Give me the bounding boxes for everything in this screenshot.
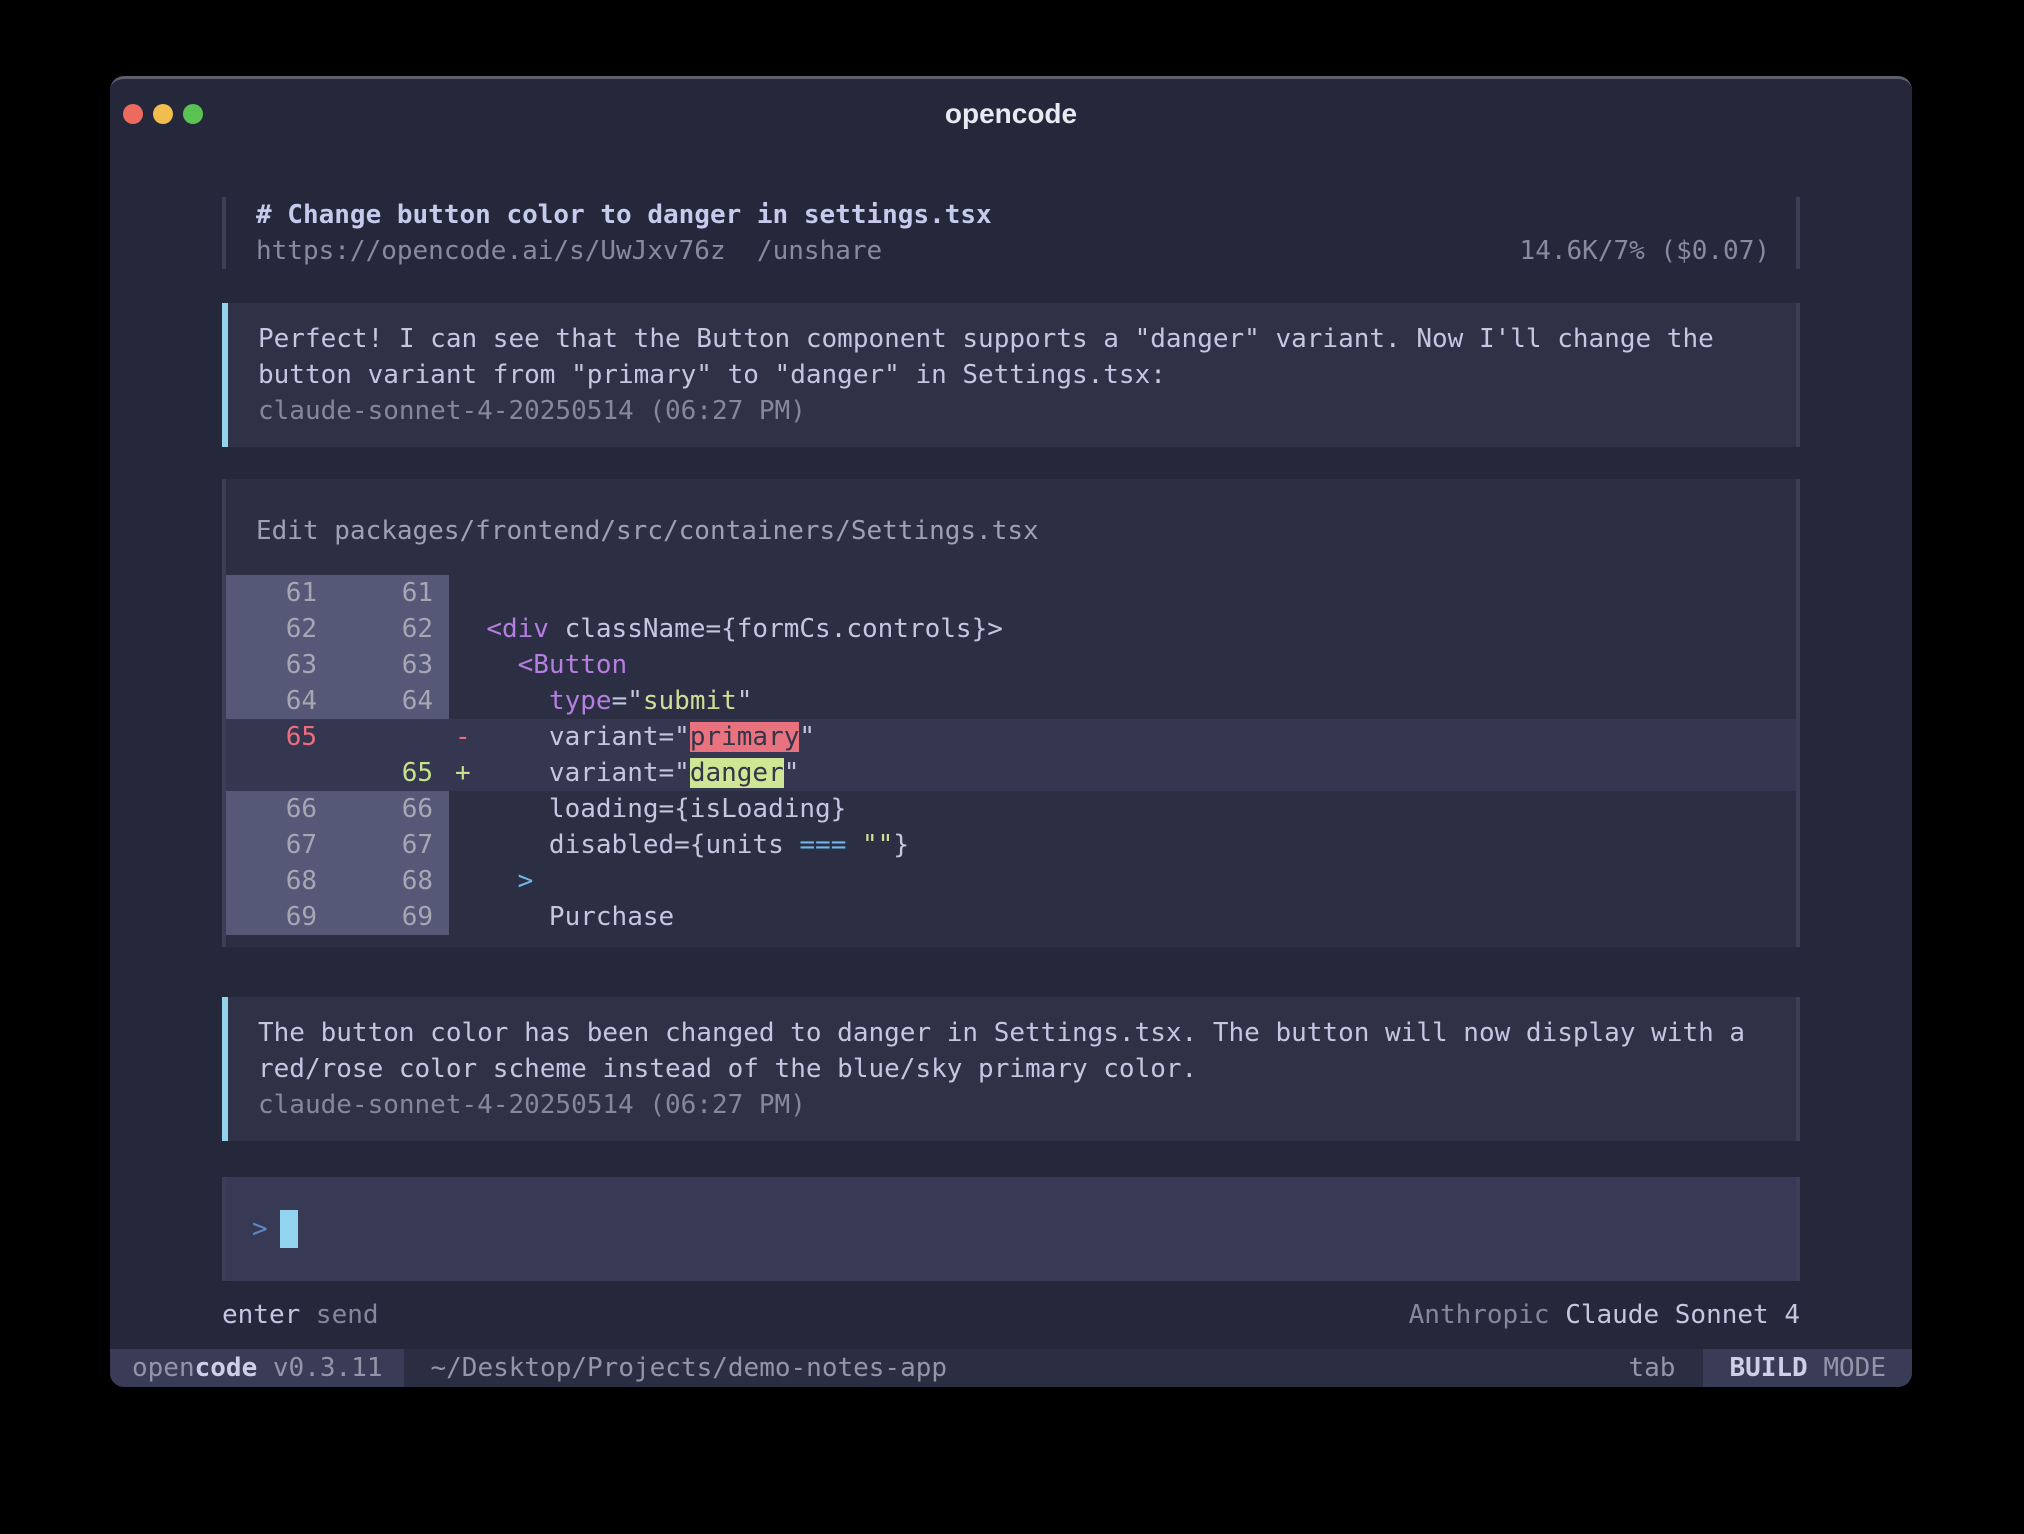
unshare-command[interactable]: /unshare [757, 236, 882, 266]
diff-line-code: > [449, 863, 1796, 899]
text-cursor [280, 1210, 298, 1248]
diff-line-code: loading={isLoading} [449, 791, 1796, 827]
new-line-number: 66 [333, 791, 449, 827]
diff-line-code [449, 575, 1796, 611]
working-directory: ~/Desktop/Projects/demo-notes-app [430, 1349, 947, 1387]
new-line-number: 67 [333, 827, 449, 863]
diff-marker: + [455, 758, 471, 788]
old-line-number: 67 [226, 827, 333, 863]
window-title: opencode [945, 98, 1077, 130]
diff-line-code: disabled={units === ""} [449, 827, 1796, 863]
token-usage-cost: 14.6K/7% ($0.07) [1520, 233, 1770, 269]
old-line-number: 65 [226, 719, 333, 755]
titlebar: opencode [110, 79, 1912, 149]
new-line-number: 64 [333, 683, 449, 719]
new-line-number [333, 719, 449, 755]
diff-line: 6161 [226, 575, 1796, 611]
assistant-message-text: The button color has been changed to dan… [258, 1015, 1772, 1087]
edit-tool-block: Edit packages/frontend/src/containers/Se… [222, 479, 1800, 947]
traffic-lights [123, 79, 203, 149]
model-indicator: Anthropic Claude Sonnet 4 [1409, 1297, 1800, 1333]
assistant-message: The button color has been changed to dan… [222, 997, 1800, 1141]
old-line-number: 68 [226, 863, 333, 899]
diff-view: 6161 6262 <div className={formCs.control… [226, 575, 1796, 935]
old-line-number: 64 [226, 683, 333, 719]
assistant-message: Perfect! I can see that the Button compo… [222, 303, 1800, 447]
status-bar: opencode v0.3.11 ~/Desktop/Projects/demo… [110, 1349, 1912, 1387]
new-line-number: 63 [333, 647, 449, 683]
share-url[interactable]: https://opencode.ai/s/UwJxv76z [256, 236, 726, 266]
assistant-message-text: Perfect! I can see that the Button compo… [258, 321, 1772, 393]
session-title: # Change button color to danger in setti… [256, 197, 1770, 233]
diff-marker [455, 614, 471, 644]
diff-marker [455, 830, 471, 860]
diff-marker [455, 902, 471, 932]
prompt-input[interactable]: > [222, 1177, 1800, 1281]
diff-line: 6363 <Button [226, 647, 1796, 683]
new-line-number: 65 [333, 755, 449, 791]
diff-line: 6969 Purchase [226, 899, 1796, 935]
diff-marker [455, 650, 471, 680]
diff-marker: - [455, 722, 471, 752]
app-version-segment: opencode v0.3.11 [110, 1349, 404, 1387]
old-line-number: 69 [226, 899, 333, 935]
diff-marker [455, 686, 471, 716]
old-line-number [226, 755, 333, 791]
diff-line: 6868 > [226, 863, 1796, 899]
new-line-number: 68 [333, 863, 449, 899]
opencode-window: opencode # Change button color to danger… [110, 76, 1912, 1387]
new-line-number: 69 [333, 899, 449, 935]
close-window-button[interactable] [123, 104, 143, 124]
zoom-window-button[interactable] [183, 104, 203, 124]
diff-marker [455, 866, 471, 896]
diff-line: 6262 <div className={formCs.controls}> [226, 611, 1796, 647]
old-line-number: 66 [226, 791, 333, 827]
diff-line: 6767 disabled={units === ""} [226, 827, 1796, 863]
diff-line: 6666 loading={isLoading} [226, 791, 1796, 827]
send-hint: enter send [222, 1297, 379, 1333]
diff-line-code: <Button [449, 647, 1796, 683]
diff-marker [455, 578, 471, 608]
session-header: # Change button color to danger in setti… [222, 197, 1800, 269]
diff-line-code: - variant="primary" [449, 719, 1796, 755]
diff-line-code: <div className={formCs.controls}> [449, 611, 1796, 647]
new-line-number: 61 [333, 575, 449, 611]
assistant-message-meta: claude-sonnet-4-20250514 (06:27 PM) [258, 393, 1772, 429]
bottom-hints: enter send Anthropic Claude Sonnet 4 [222, 1297, 1800, 1333]
old-line-number: 63 [226, 647, 333, 683]
diff-line: 65+ variant="danger" [226, 755, 1796, 791]
old-line-number: 61 [226, 575, 333, 611]
diff-line-code: + variant="danger" [449, 755, 1796, 791]
diff-marker [455, 794, 471, 824]
diff-line-code: Purchase [449, 899, 1796, 935]
edit-tool-title: Edit packages/frontend/src/containers/Se… [226, 479, 1796, 575]
tab-key-hint: tab [1628, 1349, 1675, 1387]
assistant-message-meta: claude-sonnet-4-20250514 (06:27 PM) [258, 1087, 1772, 1123]
prompt-chevron: > [252, 1211, 268, 1247]
diff-line: 6464 type="submit" [226, 683, 1796, 719]
new-line-number: 62 [333, 611, 449, 647]
old-line-number: 62 [226, 611, 333, 647]
diff-line: 65 - variant="primary" [226, 719, 1796, 755]
share-url-and-unshare[interactable]: https://opencode.ai/s/UwJxv76z /unshare [256, 233, 882, 269]
minimize-window-button[interactable] [153, 104, 173, 124]
build-mode-segment[interactable]: BUILD MODE [1703, 1349, 1912, 1387]
diff-line-code: type="submit" [449, 683, 1796, 719]
